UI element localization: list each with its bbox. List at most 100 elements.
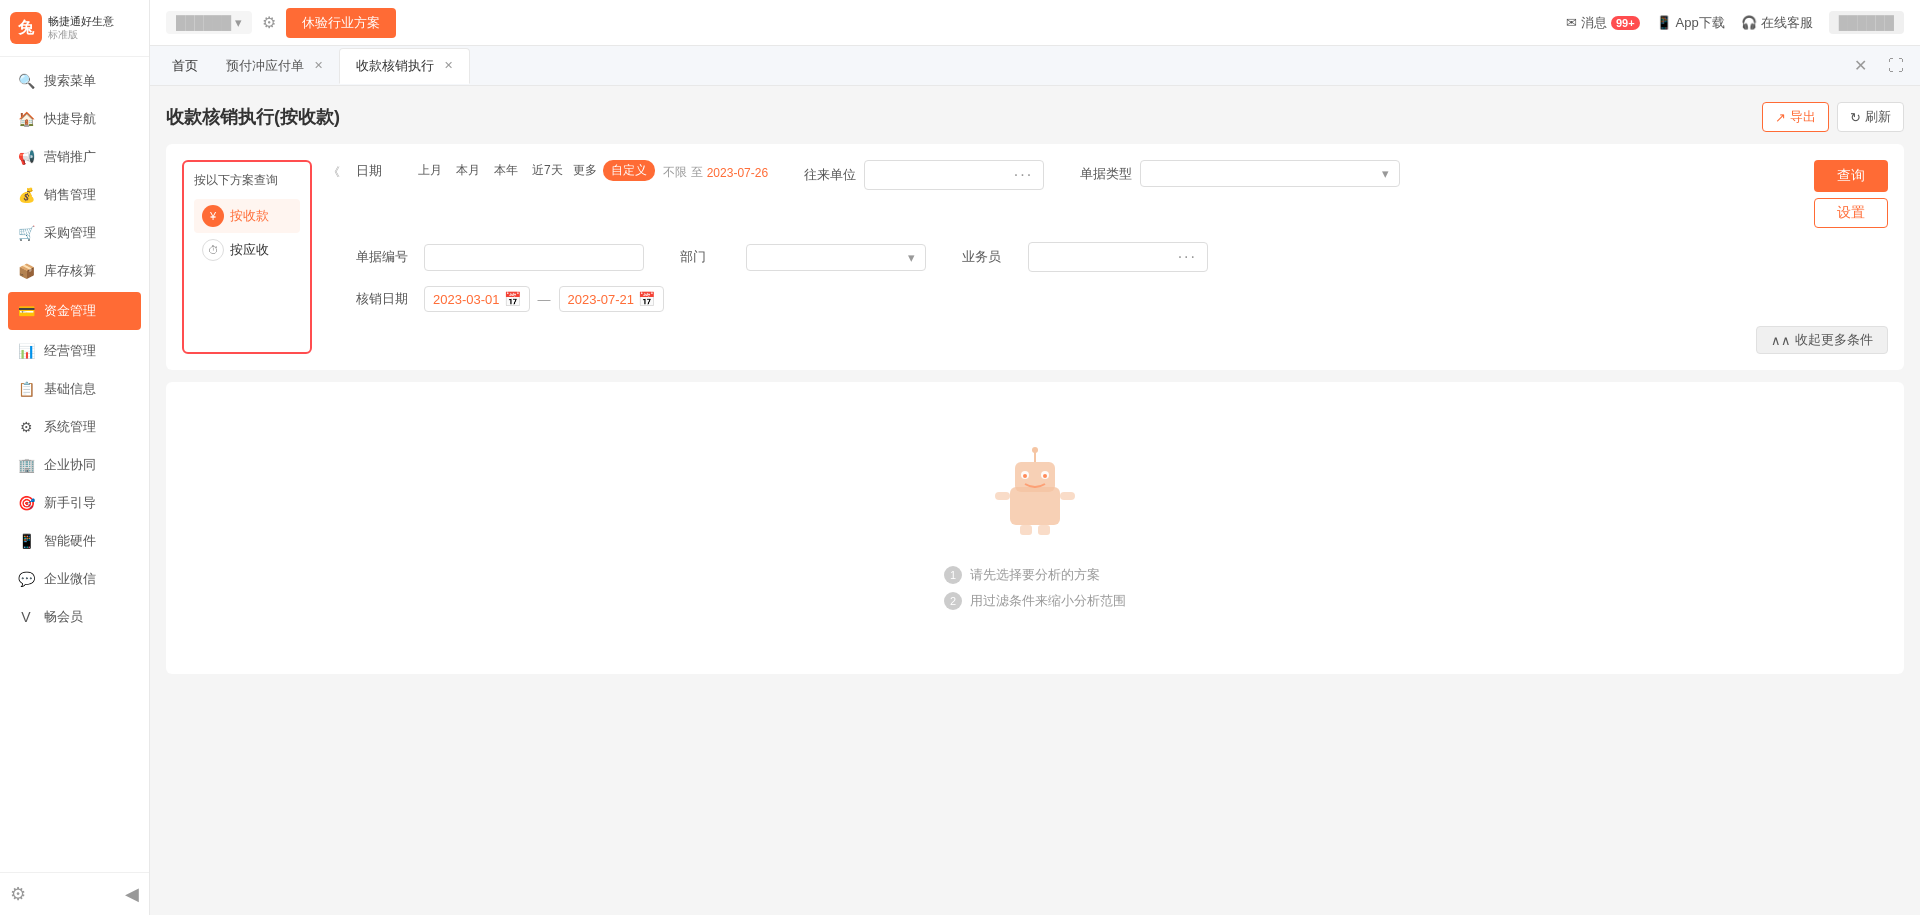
- empty-tips: 1 请先选择要分析的方案 2 用过滤条件来缩小分析范围: [944, 562, 1126, 614]
- tab-prepay[interactable]: 预付冲应付单 ✕: [210, 49, 339, 83]
- date-more[interactable]: 更多: [573, 162, 597, 179]
- sidebar-nav: 🔍搜索菜单🏠快捷导航📢营销推广💰销售管理🛒采购管理📦库存核算💳资金管理 📊 经营管理…: [0, 57, 149, 872]
- operation-icon: 📊: [16, 343, 36, 359]
- collapse-more-button[interactable]: ∧∧ 收起更多条件: [1756, 326, 1888, 354]
- app-download-icon: 📱: [1656, 15, 1672, 30]
- doc-type-label: 单据类型: [1080, 165, 1132, 183]
- sidebar-item-marketing[interactable]: 📢营销推广: [0, 138, 149, 176]
- collapse-up-icon: ∧∧: [1771, 333, 1791, 348]
- app-name: 畅捷通好生意: [48, 14, 114, 28]
- sidebar-item-label: 经营管理: [44, 342, 96, 360]
- calendar-start-icon[interactable]: 📅: [504, 291, 521, 307]
- settings-button[interactable]: 设置: [1814, 198, 1888, 228]
- page-actions: ↗ 导出 ↻ 刷新: [1762, 102, 1904, 132]
- sidebar-bottom: ⚙ ◀: [0, 872, 149, 915]
- sidebar-item-guide[interactable]: 🎯新手引导: [0, 484, 149, 522]
- message-button[interactable]: ✉ 消息 99+: [1566, 14, 1640, 32]
- date-7days[interactable]: 近7天: [528, 160, 567, 181]
- guide-icon: 🎯: [16, 495, 36, 511]
- collapse-more-area: ∧∧ 收起更多条件: [356, 326, 1888, 354]
- sales-icon: 💰: [16, 187, 36, 203]
- calendar-end-icon[interactable]: 📅: [638, 291, 655, 307]
- sidebar-item-sales[interactable]: 💰销售管理: [0, 176, 149, 214]
- sidebar-item-purchase[interactable]: 🛒采购管理: [0, 214, 149, 252]
- sidebar-item-enterprise[interactable]: 🏢企业协同: [0, 446, 149, 484]
- sidebar: 兔 畅捷通好生意 标准版 🔍搜索菜单🏠快捷导航📢营销推广💰销售管理🛒采购管理📦库…: [0, 0, 150, 915]
- refresh-button[interactable]: ↻ 刷新: [1837, 102, 1904, 132]
- sidebar-item-member[interactable]: V畅会员: [0, 598, 149, 636]
- empty-robot-icon: [985, 442, 1085, 542]
- enterprise-icon: 🏢: [16, 457, 36, 473]
- salesperson-dots-icon[interactable]: ···: [1178, 248, 1197, 266]
- sidebar-item-finance[interactable]: 💳资金管理: [8, 292, 141, 330]
- close-tab-icon[interactable]: ✕: [1846, 52, 1874, 80]
- collection-icon: ¥: [202, 205, 224, 227]
- writeoff-date-label: 核销日期: [356, 290, 408, 308]
- user-avatar[interactable]: ██████: [1829, 11, 1904, 34]
- svg-point-4: [1023, 474, 1027, 478]
- salesperson-select[interactable]: ···: [1028, 242, 1208, 272]
- sidebar-item-label: 采购管理: [44, 224, 96, 242]
- hardware-icon: 📱: [16, 533, 36, 549]
- refresh-label: 刷新: [1865, 108, 1891, 126]
- export-button[interactable]: ↗ 导出: [1762, 102, 1829, 132]
- collapse-filter-icon[interactable]: 《: [328, 160, 340, 181]
- gear-icon[interactable]: ⚙: [262, 13, 276, 32]
- date-last-month[interactable]: 上月: [414, 160, 446, 181]
- writeoff-end-date[interactable]: 2023-07-21 📅: [559, 286, 665, 312]
- department-select[interactable]: ▾: [746, 244, 926, 271]
- date-this-year[interactable]: 本年: [490, 160, 522, 181]
- settings-icon[interactable]: ⚙: [10, 883, 26, 905]
- filter-sidebar-title: 按以下方案查询: [194, 172, 300, 189]
- app-logo-icon: 兔: [10, 12, 42, 44]
- sidebar-item-label: 畅会员: [44, 608, 83, 626]
- sidebar-item-label: 快捷导航: [44, 110, 96, 128]
- filter-panel: 按以下方案查询 ¥ 按收款 ⏱ 按应收 《 日期 上月: [166, 144, 1904, 370]
- sidebar-item-hardware[interactable]: 📱智能硬件: [0, 522, 149, 560]
- svg-rect-8: [995, 492, 1010, 500]
- tab-collection[interactable]: 收款核销执行 ✕: [339, 48, 470, 84]
- transaction-select[interactable]: ···: [864, 160, 1044, 190]
- sidebar-item-system[interactable]: ⚙系统管理: [0, 408, 149, 446]
- tip-text-1: 请先选择要分析的方案: [970, 562, 1100, 588]
- online-service-button[interactable]: 🎧 在线客服: [1741, 14, 1813, 32]
- collapse-sidebar-icon[interactable]: ◀: [125, 883, 139, 905]
- query-button[interactable]: 查询: [1814, 160, 1888, 192]
- tab-prepay-close-icon[interactable]: ✕: [314, 59, 323, 72]
- solution-button[interactable]: 休验行业方案: [286, 8, 396, 38]
- filter-actions: 查询 设置: [1814, 160, 1888, 228]
- sidebar-item-label: 系统管理: [44, 418, 96, 436]
- filter-by-receivable[interactable]: ⏱ 按应收: [194, 233, 300, 267]
- basic-info-icon: 📋: [16, 381, 36, 397]
- sidebar-item-wechat[interactable]: 💬企业微信: [0, 560, 149, 598]
- filter-row-3: 核销日期 2023-03-01 📅 — 2023-07-21 📅: [356, 286, 1888, 312]
- date-custom[interactable]: 自定义: [603, 160, 655, 181]
- filter-by-collection[interactable]: ¥ 按收款: [194, 199, 300, 233]
- export-label: 导出: [1790, 108, 1816, 126]
- tab-collection-close-icon[interactable]: ✕: [444, 59, 453, 72]
- tab-home[interactable]: 首页: [160, 49, 210, 83]
- refresh-icon: ↻: [1850, 110, 1861, 125]
- expand-icon[interactable]: ⛶: [1882, 52, 1910, 80]
- app-download-button[interactable]: 📱 App下载: [1656, 14, 1725, 32]
- transaction-label: 往来单位: [804, 166, 856, 184]
- marketing-icon: 📢: [16, 149, 36, 165]
- writeoff-start-date[interactable]: 2023-03-01 📅: [424, 286, 530, 312]
- filter-main: 日期 上月 本月 本年 近7天 更多 自定义 不限 至 2023-07: [356, 160, 1888, 354]
- doc-no-input[interactable]: [424, 244, 644, 271]
- doc-type-select[interactable]: ▾: [1140, 160, 1400, 187]
- tabbar-actions: ✕ ⛶: [1846, 52, 1910, 80]
- page-header: 收款核销执行(按收款) ↗ 导出 ↻ 刷新: [166, 102, 1904, 132]
- date-this-month[interactable]: 本月: [452, 160, 484, 181]
- tip-num-1: 1: [944, 566, 962, 584]
- writeoff-date-range: 2023-03-01 📅 — 2023-07-21 📅: [424, 286, 664, 312]
- sidebar-item-basic-info[interactable]: 📋基础信息: [0, 370, 149, 408]
- sidebar-item-operation[interactable]: 📊 经营管理: [0, 332, 149, 370]
- company-selector[interactable]: ██████ ▾: [166, 11, 252, 34]
- sidebar-item-search[interactable]: 🔍搜索菜单: [0, 62, 149, 100]
- sidebar-logo: 兔 畅捷通好生意 标准版: [0, 0, 149, 57]
- transaction-dots-icon[interactable]: ···: [1014, 166, 1033, 184]
- sidebar-item-inventory[interactable]: 📦库存核算: [0, 252, 149, 290]
- sidebar-item-quick-nav[interactable]: 🏠快捷导航: [0, 100, 149, 138]
- empty-state: 1 请先选择要分析的方案 2 用过滤条件来缩小分析范围: [166, 382, 1904, 674]
